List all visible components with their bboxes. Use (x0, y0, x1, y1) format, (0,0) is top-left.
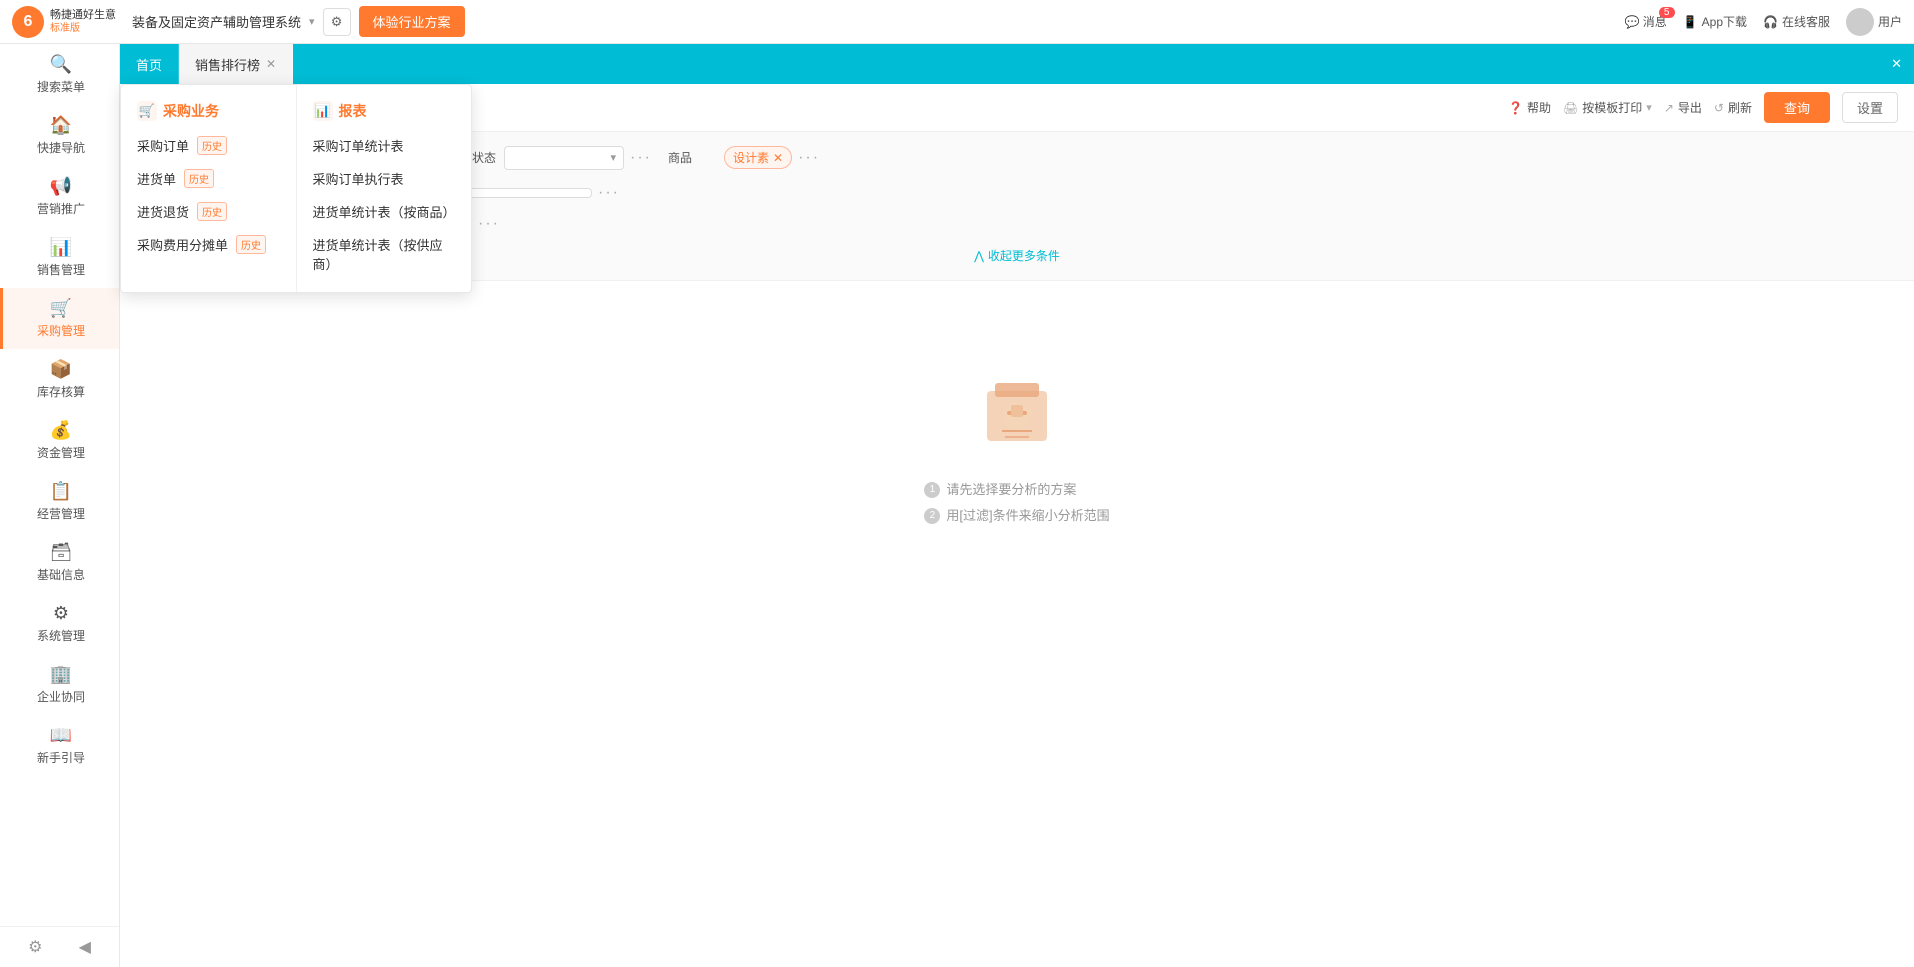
dropdown-item-purchase-order-stat[interactable]: 采购订单统计表 (297, 129, 472, 162)
report-col-icon: 📊 (313, 101, 333, 121)
user-action[interactable]: 用户 (1846, 8, 1902, 36)
online-service-action[interactable]: 🎧 在线客服 (1763, 13, 1830, 30)
message-badge: 5 (1659, 7, 1675, 18)
report-col: 📊 报表 采购订单统计表 采购订单执行表 进货单统计表（按商品） 进货单统计表（… (297, 85, 472, 292)
history-tag-1: 历史 (184, 169, 214, 188)
gear-button[interactable]: ⚙ (323, 8, 351, 36)
industry-button[interactable]: 体验行业方案 (359, 6, 465, 37)
dropdown-item-incoming-return[interactable]: 进货退货 历史 (121, 195, 296, 228)
sys-dropdown-icon[interactable]: ▾ (309, 15, 315, 28)
logo-text: 畅捷通好生意 标准版 (50, 8, 116, 35)
dropdown-item-purchase-fee[interactable]: 采购费用分摊单 历史 (121, 228, 296, 261)
header-right: 💬 5 消息 📱 App下载 🎧 在线客服 用户 (1625, 8, 1902, 36)
dropdown-item-incoming[interactable]: 进货单 历史 (121, 162, 296, 195)
history-tag-0: 历史 (197, 136, 227, 155)
dropdown-item-incoming-stat-supplier[interactable]: 进货单统计表（按供应商） (297, 228, 472, 280)
report-col-header: 📊 报表 (297, 97, 472, 129)
dropdown-item-purchase-order[interactable]: 采购订单 历史 (121, 129, 296, 162)
logo-icon: 6 (12, 6, 44, 38)
message-action[interactable]: 💬 5 消息 (1625, 13, 1667, 30)
logo-area: 6 畅捷通好生意 标准版 (12, 6, 132, 38)
header-center: 装备及固定资产辅助管理系统 ▾ ⚙ 体验行业方案 (132, 6, 1625, 37)
dropdown-item-incoming-stat-goods[interactable]: 进货单统计表（按商品） (297, 195, 472, 228)
phone-icon: 📱 (1683, 15, 1698, 29)
purchase-col: 🛒 采购业务 采购订单 历史 进货单 历史 进货退货 历史 采购费用分摊单 历史 (121, 85, 297, 292)
history-tag-2: 历史 (197, 202, 227, 221)
purchase-dropdown-menu: 🛒 采购业务 采购订单 历史 进货单 历史 进货退货 历史 采购费用分摊单 历史… (120, 84, 472, 293)
dropdown-item-purchase-order-exec[interactable]: 采购订单执行表 (297, 162, 472, 195)
purchase-col-header: 🛒 采购业务 (121, 97, 296, 129)
message-icon: 💬 (1625, 15, 1640, 29)
history-tag-3: 历史 (236, 235, 266, 254)
top-header: 6 畅捷通好生意 标准版 装备及固定资产辅助管理系统 ▾ ⚙ 体验行业方案 💬 … (0, 0, 1914, 44)
avatar (1846, 8, 1874, 36)
app-download-action[interactable]: 📱 App下载 (1683, 13, 1747, 30)
sys-title[interactable]: 装备及固定资产辅助管理系统 (132, 12, 301, 31)
headset-icon: 🎧 (1763, 15, 1778, 29)
purchase-col-icon: 🛒 (137, 101, 157, 121)
